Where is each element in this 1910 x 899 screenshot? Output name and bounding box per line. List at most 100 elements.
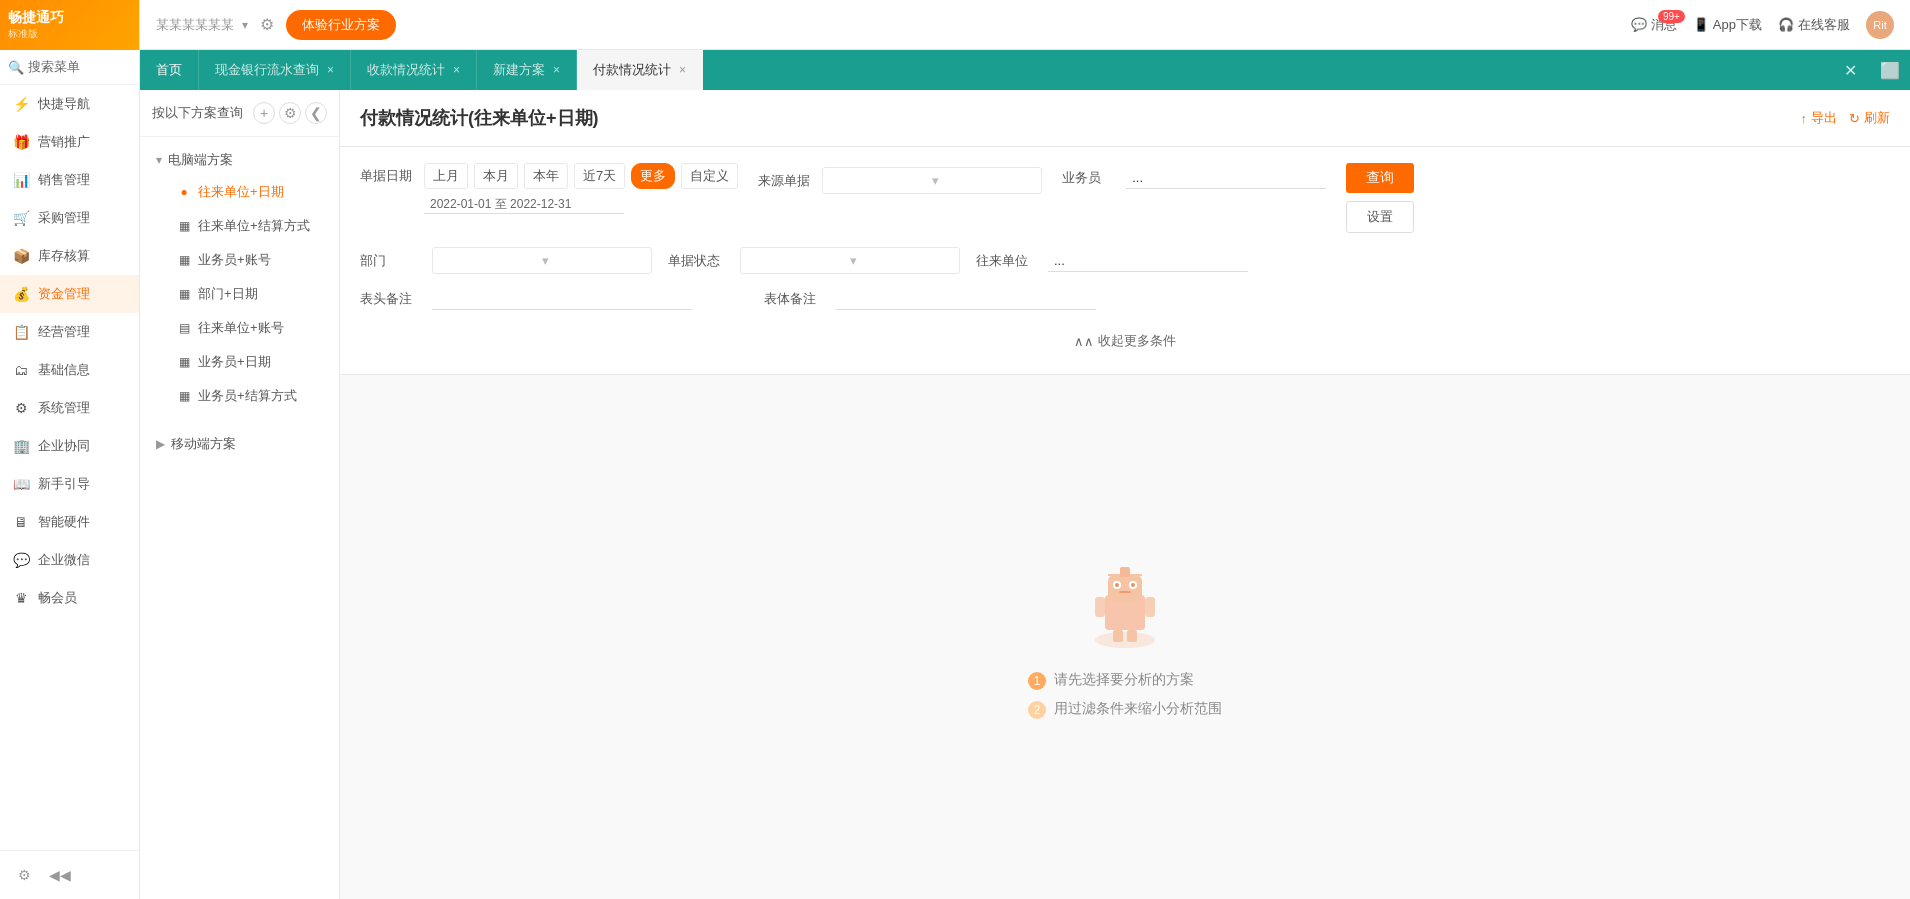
svg-rect-2 [1095, 597, 1105, 617]
sidebar-item-label: 新手引导 [38, 475, 90, 493]
date-btn-this-year[interactable]: 本年 [524, 163, 568, 189]
sidebar-item-label: 畅会员 [38, 589, 77, 607]
sidebar-item-hardware[interactable]: 🖥 智能硬件 [0, 503, 139, 541]
source-select[interactable]: ▾ [822, 167, 1042, 194]
sidebar-collapse-button[interactable]: ◀◀ [46, 861, 74, 889]
tab-income-close[interactable]: × [453, 63, 460, 77]
trial-button[interactable]: 体验行业方案 [286, 10, 396, 40]
sidebar-item-fund[interactable]: 💰 资金管理 [0, 275, 139, 313]
topbar-gear-icon[interactable]: ⚙ [260, 15, 274, 34]
system-icon: ⚙ [12, 399, 30, 417]
quick-nav-icon: ⚡ [12, 95, 30, 113]
tab-new-scheme-close[interactable]: × [553, 63, 560, 77]
scheme-item-label: 往来单位+日期 [198, 183, 284, 201]
scheme-item-counterpart-settlement[interactable]: ▦ 往来单位+结算方式 [140, 209, 339, 243]
vip-icon: ♛ [12, 589, 30, 607]
scheme-item-label: 往来单位+结算方式 [198, 217, 310, 235]
export-button[interactable]: ↑ 导出 [1801, 109, 1838, 127]
collapse-filter-label: 收起更多条件 [1098, 332, 1176, 350]
sidebar-item-guide[interactable]: 📖 新手引导 [0, 465, 139, 503]
tabs-maximize-button[interactable]: ⬜ [1870, 50, 1910, 90]
header-remark-label: 表头备注 [360, 290, 416, 308]
online-service-button[interactable]: 🎧 在线客服 [1778, 16, 1850, 34]
sidebar-item-label: 经营管理 [38, 323, 90, 341]
sidebar-logo-text: 畅捷通巧 [8, 9, 64, 27]
dept-select[interactable]: ▾ [432, 247, 652, 274]
scheme-item-counterpart-account[interactable]: ▤ 往来单位+账号 [140, 311, 339, 345]
sidebar-item-label: 库存核算 [38, 247, 90, 265]
source-dropdown-icon: ▾ [932, 173, 1033, 188]
counterpart-label: 往来单位 [976, 252, 1032, 270]
counterpart-input[interactable] [1048, 250, 1248, 272]
tab-bank-close[interactable]: × [327, 63, 334, 77]
scheme-item-salesperson-settlement[interactable]: ▦ 业务员+结算方式 [140, 379, 339, 413]
scheme-item-label: 部门+日期 [198, 285, 258, 303]
filter-settings-button[interactable]: 设置 [1346, 201, 1414, 233]
scheme-item-label: 往来单位+账号 [198, 319, 284, 337]
date-btn-this-month[interactable]: 本月 [474, 163, 518, 189]
sidebar-item-purchase[interactable]: 🛒 采购管理 [0, 199, 139, 237]
sidebar-item-wechat[interactable]: 💬 企业微信 [0, 541, 139, 579]
date-label: 单据日期 [360, 167, 416, 185]
tabs-close-all-button[interactable]: ✕ [1830, 50, 1870, 90]
tab-payment-close[interactable]: × [679, 63, 686, 77]
tab-new-scheme[interactable]: 新建方案 × [477, 50, 577, 90]
tab-payment[interactable]: 付款情况统计 × [577, 50, 703, 90]
refresh-button[interactable]: ↻ 刷新 [1849, 109, 1890, 127]
sidebar-item-marketing[interactable]: 🎁 营销推广 [0, 123, 139, 161]
table-icon-2: ▦ [176, 252, 192, 268]
tab-new-scheme-label: 新建方案 [493, 61, 545, 79]
sidebar-item-enterprise[interactable]: 🏢 企业协同 [0, 427, 139, 465]
sidebar-item-system[interactable]: ⚙ 系统管理 [0, 389, 139, 427]
sidebar-item-inventory[interactable]: 📦 库存核算 [0, 237, 139, 275]
sidebar-item-label: 基础信息 [38, 361, 90, 379]
scheme-item-salesperson-date[interactable]: ▦ 业务员+日期 [140, 345, 339, 379]
query-button[interactable]: 查询 [1346, 163, 1414, 193]
sidebar-item-basic[interactable]: 🗂 基础信息 [0, 351, 139, 389]
tab-income[interactable]: 收款情况统计 × [351, 50, 477, 90]
sidebar-item-quick-nav[interactable]: ⚡ 快捷导航 [0, 85, 139, 123]
add-scheme-button[interactable]: + [253, 102, 275, 124]
table-icon-3: ▦ [176, 286, 192, 302]
date-range-input[interactable] [424, 195, 624, 214]
pc-group-toggle[interactable]: ▾ 电脑端方案 [140, 145, 339, 175]
tab-home[interactable]: 首页 [140, 50, 199, 90]
fund-icon: 💰 [12, 285, 30, 303]
left-panel-header: 按以下方案查询 + ⚙ ❮ [140, 90, 339, 137]
user-avatar[interactable]: Rit [1866, 11, 1894, 39]
date-btn-7days[interactable]: 近7天 [574, 163, 625, 189]
sidebar-item-operation[interactable]: 📋 经营管理 [0, 313, 139, 351]
svg-rect-4 [1113, 630, 1123, 642]
app-download-button[interactable]: 📱 App下载 [1693, 16, 1762, 34]
svg-point-0 [1095, 632, 1155, 648]
page-header: 付款情况统计(往来单位+日期) ↑ 导出 ↻ 刷新 [340, 90, 1910, 147]
sidebar-settings-button[interactable]: ⚙ [10, 861, 38, 889]
sidebar-item-sales[interactable]: 📊 销售管理 [0, 161, 139, 199]
tab-bank[interactable]: 现金银行流水查询 × [199, 50, 351, 90]
main-area: 某某某某某某 ▾ ⚙ 体验行业方案 💬 消息 99+ 📱 App下载 🎧 在线客… [140, 0, 1910, 899]
page-title: 付款情况统计(往来单位+日期) [360, 106, 599, 130]
panel-collapse-button[interactable]: ❮ [305, 102, 327, 124]
hardware-icon: 🖥 [12, 513, 30, 531]
date-btn-more[interactable]: 更多 [631, 163, 675, 189]
tip-text-1: 请先选择要分析的方案 [1054, 671, 1194, 689]
tip-text-2: 用过滤条件来缩小分析范围 [1054, 700, 1222, 718]
table-icon: ▦ [176, 218, 192, 234]
collapse-filter-button[interactable]: ∧∧ 收起更多条件 [1074, 324, 1176, 358]
notification-button[interactable]: 💬 消息 99+ [1631, 16, 1677, 34]
date-btn-last-month[interactable]: 上月 [424, 163, 468, 189]
scheme-settings-button[interactable]: ⚙ [279, 102, 301, 124]
topbar-dropdown-arrow[interactable]: ▾ [242, 18, 248, 32]
tabs-actions: ✕ ⬜ [1830, 50, 1910, 90]
salesperson-input[interactable] [1126, 167, 1326, 189]
body-remark-input[interactable] [836, 288, 1096, 310]
scheme-item-dept-date[interactable]: ▦ 部门+日期 [140, 277, 339, 311]
header-remark-input[interactable] [432, 288, 692, 310]
sidebar-search[interactable]: 🔍 搜索菜单 [0, 50, 139, 85]
date-btn-custom[interactable]: 自定义 [681, 163, 738, 189]
mobile-group-toggle[interactable]: ▶ 移动端方案 [140, 429, 339, 459]
scheme-item-counterpart-date[interactable]: ● 往来单位+日期 [140, 175, 339, 209]
status-select[interactable]: ▾ [740, 247, 960, 274]
sidebar-item-vip[interactable]: ♛ 畅会员 [0, 579, 139, 617]
scheme-item-salesperson-account[interactable]: ▦ 业务员+账号 [140, 243, 339, 277]
